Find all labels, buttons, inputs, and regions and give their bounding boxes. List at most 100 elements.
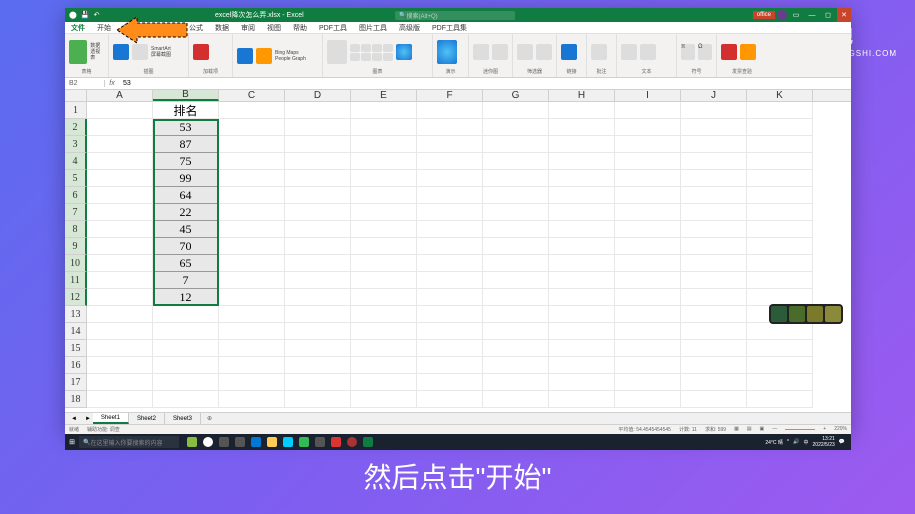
cell[interactable]: [351, 255, 417, 272]
row-header[interactable]: 4: [65, 153, 87, 170]
save-icon[interactable]: 💾: [81, 11, 90, 19]
cell[interactable]: [285, 289, 351, 306]
cell[interactable]: [483, 102, 549, 119]
row-header[interactable]: 3: [65, 136, 87, 153]
cell[interactable]: [87, 119, 153, 136]
row-header[interactable]: 15: [65, 340, 87, 357]
cell[interactable]: [219, 340, 285, 357]
row-header[interactable]: 14: [65, 323, 87, 340]
cell[interactable]: [351, 391, 417, 408]
menu-view[interactable]: 视图: [261, 22, 287, 33]
cell[interactable]: [285, 272, 351, 289]
cell[interactable]: [417, 187, 483, 204]
cell[interactable]: [483, 289, 549, 306]
col-header-A[interactable]: A: [87, 90, 153, 101]
cell[interactable]: [681, 391, 747, 408]
cell[interactable]: [417, 170, 483, 187]
shapes-icon[interactable]: [132, 44, 148, 60]
formula-input[interactable]: 53: [119, 80, 851, 87]
wechat-icon[interactable]: [299, 437, 309, 447]
sheet-tab-1[interactable]: Sheet1: [93, 413, 129, 424]
cell[interactable]: [747, 272, 813, 289]
cell[interactable]: [87, 306, 153, 323]
cell[interactable]: [219, 374, 285, 391]
taskbar-app-icon[interactable]: [235, 437, 245, 447]
cell[interactable]: [285, 221, 351, 238]
cell[interactable]: [285, 357, 351, 374]
link-icon[interactable]: [561, 44, 577, 60]
cell[interactable]: [549, 357, 615, 374]
menu-review[interactable]: 审阅: [235, 22, 261, 33]
cell[interactable]: [87, 136, 153, 153]
sheet-nav-next[interactable]: ►: [83, 416, 93, 422]
row-header[interactable]: 7: [65, 204, 87, 221]
start-button[interactable]: ⊞: [65, 438, 79, 446]
cell[interactable]: [681, 187, 747, 204]
cell[interactable]: [87, 289, 153, 306]
col-header-E[interactable]: E: [351, 90, 417, 101]
cell[interactable]: 65: [153, 255, 219, 272]
menu-pdfset[interactable]: PDF工具集: [426, 22, 473, 33]
cell[interactable]: [219, 357, 285, 374]
cell[interactable]: [483, 391, 549, 408]
cell[interactable]: [219, 306, 285, 323]
cell[interactable]: 7: [153, 272, 219, 289]
view-layout-icon[interactable]: ▤: [747, 426, 752, 433]
cell[interactable]: [615, 204, 681, 221]
taskbar-app-icon[interactable]: [315, 437, 325, 447]
row-header[interactable]: 9: [65, 238, 87, 255]
cell[interactable]: [615, 306, 681, 323]
cell[interactable]: [615, 102, 681, 119]
user-avatar[interactable]: [777, 10, 787, 20]
cell[interactable]: [747, 170, 813, 187]
cell[interactable]: [747, 204, 813, 221]
row-header[interactable]: 16: [65, 357, 87, 374]
row-header[interactable]: 2: [65, 119, 87, 136]
cell[interactable]: [285, 340, 351, 357]
menu-pdf[interactable]: PDF工具: [313, 22, 353, 33]
row-header[interactable]: 18: [65, 391, 87, 408]
chart-type-icon[interactable]: [383, 53, 393, 61]
cell[interactable]: [549, 238, 615, 255]
chart-type-icon[interactable]: [372, 53, 382, 61]
sheet-tab-3[interactable]: Sheet3: [165, 413, 201, 424]
cell[interactable]: [417, 238, 483, 255]
sparkline-icon[interactable]: [492, 44, 508, 60]
cell[interactable]: [549, 272, 615, 289]
cell[interactable]: [219, 187, 285, 204]
cell[interactable]: [219, 238, 285, 255]
cell[interactable]: [549, 187, 615, 204]
cell[interactable]: [87, 221, 153, 238]
cell[interactable]: [351, 170, 417, 187]
cell[interactable]: [483, 170, 549, 187]
cell[interactable]: 99: [153, 170, 219, 187]
cell[interactable]: [615, 272, 681, 289]
menu-help[interactable]: 帮助: [287, 22, 313, 33]
cell[interactable]: [417, 323, 483, 340]
cell[interactable]: [681, 153, 747, 170]
cell[interactable]: [417, 306, 483, 323]
cell[interactable]: [285, 204, 351, 221]
col-header-B[interactable]: B: [153, 90, 219, 101]
cell[interactable]: [285, 136, 351, 153]
cell[interactable]: [747, 187, 813, 204]
menu-advanced[interactable]: 高级版: [393, 22, 426, 33]
edge-icon[interactable]: [283, 437, 293, 447]
select-all-corner[interactable]: [65, 90, 87, 101]
cell[interactable]: 64: [153, 187, 219, 204]
col-header-I[interactable]: I: [615, 90, 681, 101]
cell[interactable]: [747, 255, 813, 272]
cell[interactable]: [615, 170, 681, 187]
cell[interactable]: [615, 374, 681, 391]
pdf-icon[interactable]: [721, 44, 737, 60]
cell[interactable]: [219, 136, 285, 153]
bingmaps-icon[interactable]: [256, 48, 272, 64]
chart-type-icon[interactable]: [350, 53, 360, 61]
float-btn-3[interactable]: [807, 306, 823, 322]
cell[interactable]: 排名: [153, 102, 219, 119]
float-btn-2[interactable]: [789, 306, 805, 322]
cell[interactable]: 12: [153, 289, 219, 306]
row-header[interactable]: 17: [65, 374, 87, 391]
zoom-level[interactable]: 220%: [834, 426, 847, 433]
cell[interactable]: [681, 238, 747, 255]
